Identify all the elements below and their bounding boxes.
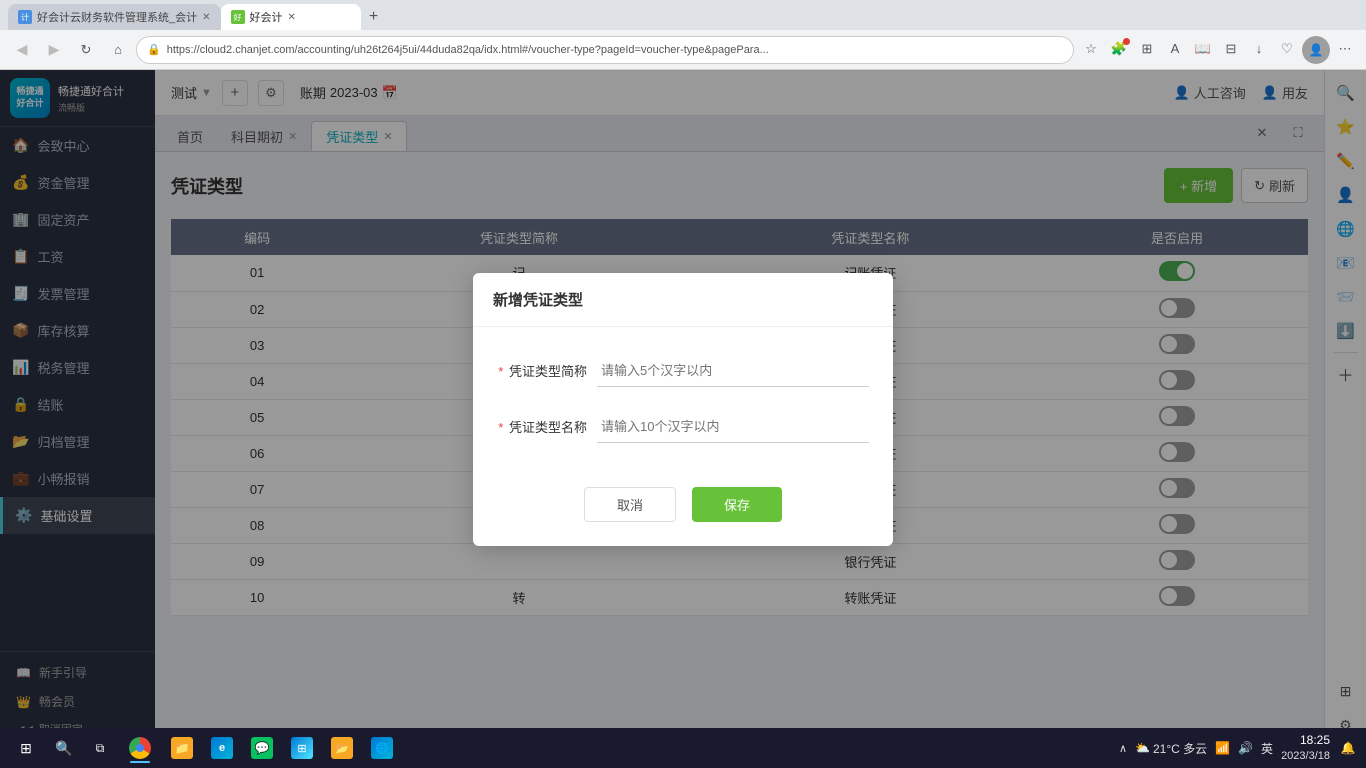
translate-button[interactable]: A [1162,36,1188,62]
browser-tab-1[interactable]: 计 好会计云财务软件管理系统_会计 ✕ [8,4,221,30]
taskbar-sys-icons: ∧ [1119,742,1127,755]
taskbar-multiview-button[interactable]: ⧉ [84,732,116,764]
taskbar-date: 2023/3/18 [1281,749,1330,764]
save-button[interactable]: ↓ [1246,36,1272,62]
tab2-close-icon[interactable]: ✕ [288,12,296,23]
modal-body: * 凭证类型简称 * 凭证类型名称 [473,327,893,475]
abbr-label: * 凭证类型简称 [497,361,587,380]
taskbar-search-button[interactable]: 🔍 [48,732,80,764]
taskbar-store-button[interactable]: ⊞ [284,730,320,766]
menu-button[interactable]: ⋯ [1332,36,1358,62]
browser-chrome: 计 好会计云财务软件管理系统_会计 ✕ 好 好会计 ✕ + ◀ ▶ ↻ ⌂ 🔒 … [0,0,1366,70]
save-button[interactable]: 保存 [692,487,782,522]
read-button[interactable]: 📖 [1190,36,1216,62]
browser-tabs-bar: 计 好会计云财务软件管理系统_会计 ✕ 好 好会计 ✕ + [0,0,1366,30]
taskbar-right: ∧ ⛅ 21°C 多云 📶 🔊 英 18:25 2023/3/18 🔔 [1119,732,1358,764]
star-button[interactable]: ☆ [1078,36,1104,62]
browser-toolbar: ◀ ▶ ↻ ⌂ 🔒 https://cloud2.chanjet.com/acc… [0,30,1366,70]
name-input[interactable] [597,411,869,443]
name-field-row: * 凭证类型名称 [497,411,869,443]
taskbar-lang[interactable]: 英 [1261,740,1273,757]
modal-dialog: 新增凭证类型 * 凭证类型简称 * 凭证类型名称 [473,273,893,546]
taskbar-edge-button[interactable]: e [204,730,240,766]
taskbar-weather: ⛅ 21°C 多云 [1135,740,1207,757]
tab1-title: 好会计云财务软件管理系统_会计 [37,9,197,25]
abbr-field-row: * 凭证类型简称 [497,355,869,387]
taskbar-chrome-button[interactable] [120,730,160,766]
home-button[interactable]: ⌂ [104,36,132,64]
abbr-input[interactable] [597,355,869,387]
taskbar-wechat-button[interactable]: 💬 [244,730,280,766]
cancel-button[interactable]: 取消 [584,487,676,522]
taskbar-file-explorer[interactable]: 📁 [164,730,200,766]
new-tab-button[interactable]: + [361,4,387,30]
modal-overlay: 新增凭证类型 * 凭证类型简称 * 凭证类型名称 [0,70,1366,748]
collection2-button[interactable]: ♡ [1274,36,1300,62]
taskbar-folder-button[interactable]: 📂 [324,730,360,766]
address-bar[interactable]: 🔒 https://cloud2.chanjet.com/accounting/… [136,36,1074,64]
split-button[interactable]: ⊟ [1218,36,1244,62]
modal-footer: 取消 保存 [473,475,893,546]
modal-title: 新增凭证类型 [493,292,583,309]
taskbar: ⊞ 🔍 ⧉ 📁 e 💬 ⊞ 📂 🌐 ∧ ⛅ 21°C 多云 📶 🔊 英 1 [0,728,1366,768]
taskbar-expand-icon[interactable]: ∧ [1119,742,1127,755]
extension-button[interactable]: 🧩 [1106,36,1132,62]
start-button[interactable]: ⊞ [8,732,44,764]
taskbar-edge2-button[interactable]: 🌐 [364,730,400,766]
collection-button[interactable]: ⊞ [1134,36,1160,62]
profile-button[interactable]: 👤 [1302,36,1330,64]
reload-button[interactable]: ↻ [72,36,100,64]
taskbar-notification-button[interactable]: 🔔 [1338,738,1358,758]
modal-header: 新增凭证类型 [473,273,893,327]
taskbar-sound-icon[interactable]: 🔊 [1238,741,1253,755]
taskbar-time-area[interactable]: 18:25 2023/3/18 [1281,732,1330,764]
name-label: * 凭证类型名称 [497,417,587,436]
tab2-title: 好会计 [250,9,283,25]
browser-tab-2[interactable]: 好 好会计 ✕ [221,4,361,30]
forward-button[interactable]: ▶ [40,36,68,64]
lock-icon: 🔒 [147,43,161,56]
taskbar-time: 18:25 [1281,732,1330,749]
back-button[interactable]: ◀ [8,36,36,64]
tab1-close-icon[interactable]: ✕ [202,12,210,23]
address-text: https://cloud2.chanjet.com/accounting/uh… [167,44,769,56]
taskbar-network-icon[interactable]: 📶 [1215,741,1230,755]
